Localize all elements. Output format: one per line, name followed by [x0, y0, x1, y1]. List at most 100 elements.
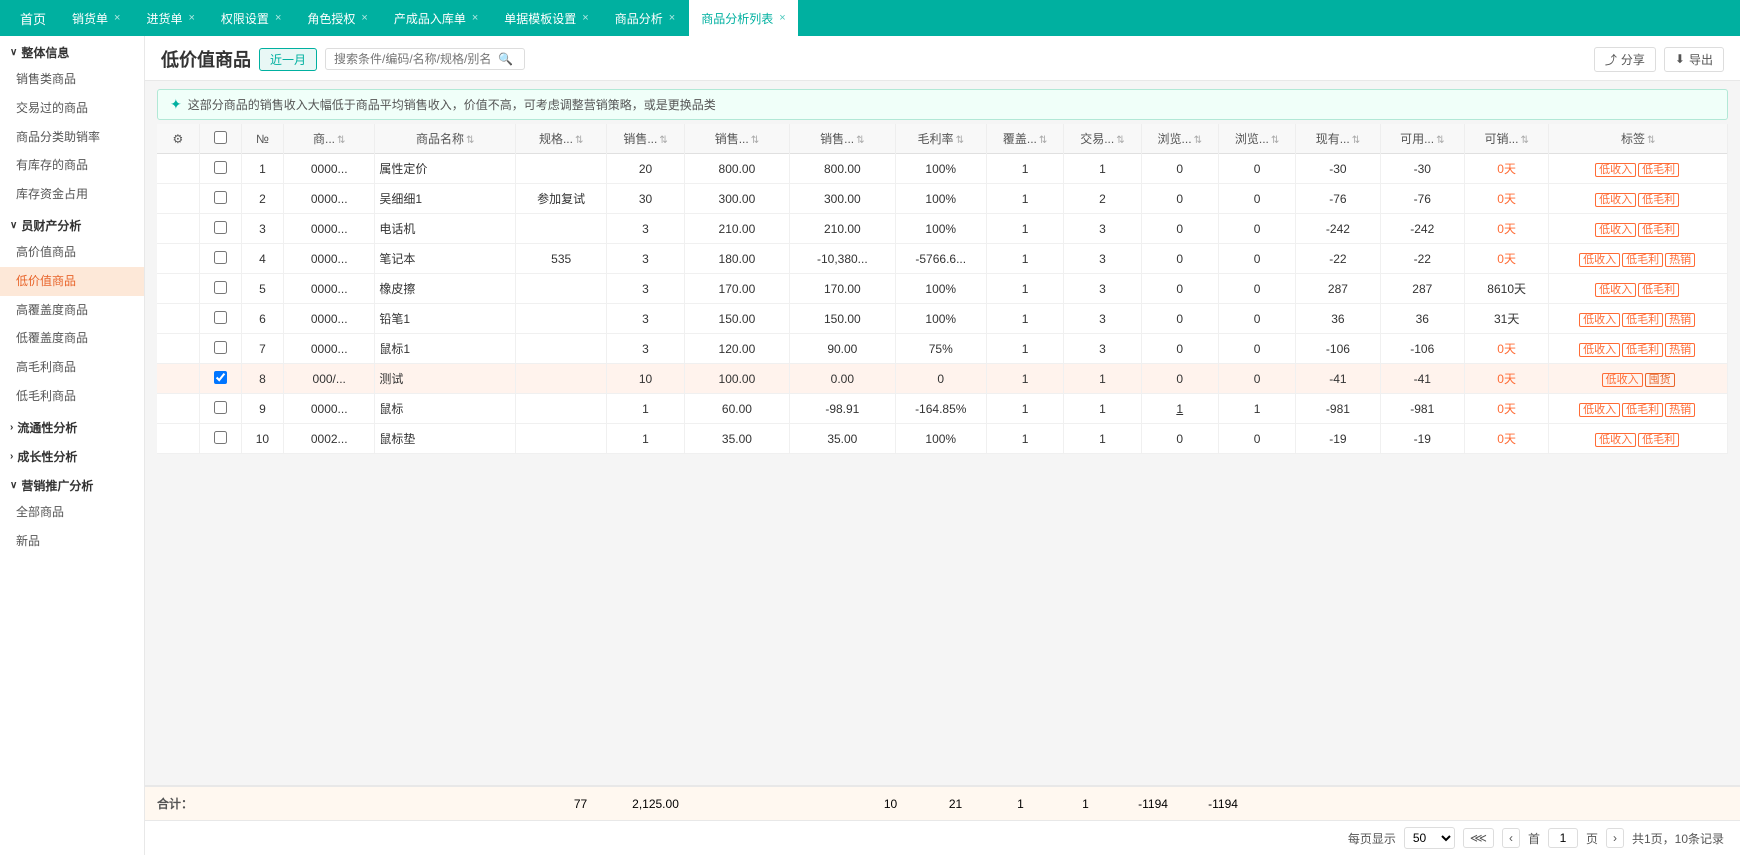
nav-sales[interactable]: 销货单 ×	[60, 0, 132, 36]
cell-checkbox[interactable]	[199, 394, 241, 424]
row-checkbox[interactable]	[214, 251, 227, 264]
sidebar-item-category-rate[interactable]: 商品分类助销率	[0, 123, 144, 152]
sidebar-item-sales-products[interactable]: 销售类商品	[0, 65, 144, 94]
cell-trade: 3	[1064, 334, 1141, 364]
cell-checkbox[interactable]	[199, 244, 241, 274]
cell-browse1[interactable]: 0	[1141, 154, 1218, 184]
nav-warehouse[interactable]: 产成品入库单 ×	[382, 0, 490, 36]
export-button[interactable]: ⬇ 导出	[1664, 47, 1724, 72]
cell-browse1[interactable]: 0	[1141, 424, 1218, 454]
sidebar-item-high-value[interactable]: 高价值商品	[0, 238, 144, 267]
cell-browse1[interactable]: 0	[1141, 214, 1218, 244]
row-checkbox[interactable]	[214, 431, 227, 444]
col-stock[interactable]: 现有...⇅	[1296, 124, 1380, 154]
col-sales-amount[interactable]: 销售...⇅	[684, 124, 789, 154]
cell-stock: -41	[1296, 364, 1380, 394]
cell-browse1[interactable]: 0	[1141, 184, 1218, 214]
cell-browse1[interactable]: 0	[1141, 274, 1218, 304]
row-checkbox[interactable]	[214, 371, 227, 384]
close-icon[interactable]: ×	[582, 12, 588, 24]
row-checkbox[interactable]	[214, 221, 227, 234]
col-sales-qty[interactable]: 销售...⇅	[607, 124, 684, 154]
page-label: 首	[1528, 830, 1540, 847]
page-number-input[interactable]	[1548, 828, 1578, 848]
table-footer: 合计： 77 2,125.00 10 21 1 1 -1194 -1194	[145, 785, 1740, 820]
col-settings[interactable]: ⚙	[157, 124, 199, 154]
col-trade[interactable]: 交易...⇅	[1064, 124, 1141, 154]
table-container[interactable]: ⚙ № 商...⇅ 商品名称⇅ 规格...⇅ 销售...⇅ 销售...⇅ 销售.…	[145, 124, 1740, 785]
sidebar-item-low-value[interactable]: 低价值商品	[0, 267, 144, 296]
nav-home[interactable]: 首页	[8, 0, 58, 36]
row-checkbox[interactable]	[214, 161, 227, 174]
col-avail[interactable]: 可用...⇅	[1380, 124, 1464, 154]
close-icon[interactable]: ×	[188, 12, 194, 24]
close-icon[interactable]: ×	[361, 12, 367, 24]
cell-browse1[interactable]: 0	[1141, 334, 1218, 364]
close-icon[interactable]: ×	[669, 12, 675, 24]
share-button[interactable]: ⤴ 分享	[1594, 47, 1656, 72]
search-input[interactable]	[334, 52, 494, 66]
close-icon[interactable]: ×	[779, 12, 785, 24]
nav-template[interactable]: 单据模板设置 ×	[492, 0, 600, 36]
filter-recent-month[interactable]: 近一月	[259, 48, 317, 71]
cell-checkbox[interactable]	[199, 154, 241, 184]
sidebar-group-circulation[interactable]: › 流通性分析	[0, 411, 144, 440]
col-tags[interactable]: 标签⇅	[1549, 124, 1728, 154]
nav-roles[interactable]: 角色授权 ×	[295, 0, 379, 36]
cell-checkbox[interactable]	[199, 334, 241, 364]
cell-checkbox[interactable]	[199, 274, 241, 304]
row-checkbox[interactable]	[214, 341, 227, 354]
select-all-checkbox[interactable]	[214, 131, 227, 144]
cell-browse1[interactable]: 0	[1141, 364, 1218, 394]
sidebar-item-high-margin[interactable]: 高毛利商品	[0, 353, 144, 382]
prev-page-button[interactable]: ‹	[1502, 828, 1520, 848]
sidebar-item-in-stock[interactable]: 有库存的商品	[0, 151, 144, 180]
cell-checkbox[interactable]	[199, 424, 241, 454]
col-days[interactable]: 可销...⇅	[1464, 124, 1548, 154]
sidebar-item-low-margin[interactable]: 低毛利商品	[0, 382, 144, 411]
nav-permissions[interactable]: 权限设置 ×	[209, 0, 293, 36]
col-code[interactable]: 商...⇅	[284, 124, 375, 154]
row-checkbox[interactable]	[214, 311, 227, 324]
sidebar-item-high-coverage[interactable]: 高覆盖度商品	[0, 296, 144, 325]
sidebar-group-marketing[interactable]: ∨ 营销推广分析	[0, 469, 144, 498]
cell-browse1[interactable]: 0	[1141, 304, 1218, 334]
col-browse1[interactable]: 浏览...⇅	[1141, 124, 1218, 154]
cell-browse1[interactable]: 1	[1141, 394, 1218, 424]
row-checkbox[interactable]	[214, 281, 227, 294]
col-checkbox[interactable]	[199, 124, 241, 154]
sidebar-group-financial[interactable]: ∨ 员财产分析	[0, 209, 144, 238]
cell-browse1[interactable]: 0	[1141, 244, 1218, 274]
page-size-select[interactable]: 50 100	[1404, 827, 1455, 849]
next-page-button[interactable]: ›	[1606, 828, 1624, 848]
nav-analysis[interactable]: 商品分析 ×	[603, 0, 687, 36]
cell-checkbox[interactable]	[199, 214, 241, 244]
row-checkbox[interactable]	[214, 401, 227, 414]
sidebar-item-traded[interactable]: 交易过的商品	[0, 94, 144, 123]
sidebar-item-new-products[interactable]: 新品	[0, 527, 144, 556]
close-icon[interactable]: ×	[275, 12, 281, 24]
cell-checkbox[interactable]	[199, 184, 241, 214]
col-coverage[interactable]: 覆盖...⇅	[986, 124, 1063, 154]
sidebar-group-growth[interactable]: › 成长性分析	[0, 440, 144, 469]
close-icon[interactable]: ×	[114, 12, 120, 24]
search-icon[interactable]: 🔍	[498, 52, 513, 66]
sidebar-item-stock-funds[interactable]: 库存资金占用	[0, 180, 144, 209]
row-checkbox[interactable]	[214, 191, 227, 204]
sidebar-item-low-coverage[interactable]: 低覆盖度商品	[0, 324, 144, 353]
col-margin[interactable]: 毛利率⇅	[895, 124, 986, 154]
sidebar-group-overview[interactable]: ∨ 整体信息	[0, 36, 144, 65]
col-spec[interactable]: 规格...⇅	[515, 124, 606, 154]
close-icon[interactable]: ×	[472, 12, 478, 24]
sidebar-item-all-products[interactable]: 全部商品	[0, 498, 144, 527]
nav-analysis-list[interactable]: 商品分析列表 ×	[689, 0, 797, 36]
cell-checkbox[interactable]	[199, 304, 241, 334]
first-page-button[interactable]: ⋘	[1463, 828, 1494, 848]
cell-checkbox[interactable]	[199, 364, 241, 394]
col-name[interactable]: 商品名称⇅	[375, 124, 516, 154]
cell-code: 0000...	[284, 304, 375, 334]
col-browse2[interactable]: 浏览...⇅	[1218, 124, 1295, 154]
col-sales-profit[interactable]: 销售...⇅	[790, 124, 895, 154]
nav-purchase[interactable]: 进货单 ×	[134, 0, 206, 36]
footer-browse1: 1	[993, 797, 1048, 811]
